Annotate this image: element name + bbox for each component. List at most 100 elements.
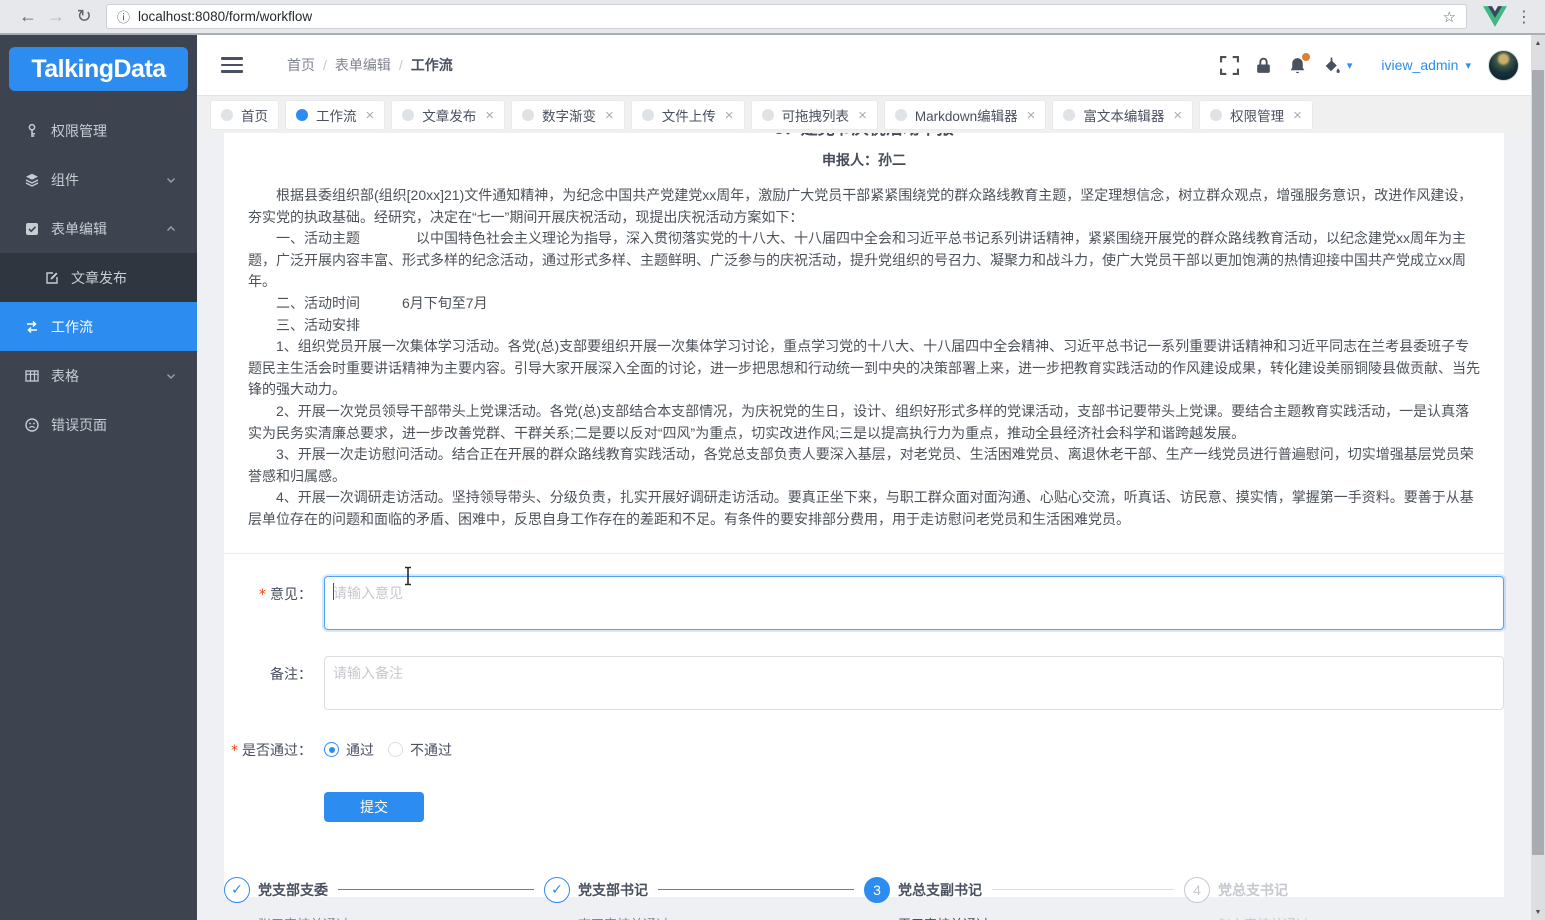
tab-dot xyxy=(522,109,535,121)
avatar[interactable] xyxy=(1488,49,1519,81)
scrollbar-up-icon[interactable]: ▲ xyxy=(1531,35,1545,51)
workflow-card: 8：建党节庆祝活动申报 申报人：孙二 根据县委组织部(组织[20xx]21)文件… xyxy=(224,133,1504,920)
user-caret-icon[interactable]: ▾ xyxy=(1465,59,1471,72)
tab-richtext-editor[interactable]: 富文本编辑器 × xyxy=(1052,100,1194,130)
step-connector xyxy=(338,889,534,890)
step-title: 党支部书记 xyxy=(578,881,648,898)
pass-label: 是否通过： xyxy=(224,736,324,760)
tab-label: 文件上传 xyxy=(661,109,716,124)
submit-button[interactable]: 提交 xyxy=(324,791,424,822)
key-icon xyxy=(28,123,36,137)
sidebar-item-components[interactable]: 组件 xyxy=(0,155,197,204)
username[interactable]: iview_admin xyxy=(1381,57,1458,73)
breadcrumb: 首页 / 表单编辑 / 工作流 xyxy=(287,55,453,75)
close-icon[interactable]: × xyxy=(1027,108,1036,123)
opinion-textarea[interactable] xyxy=(324,575,1504,630)
step-desc: 赵六审核并通过 xyxy=(1218,914,1504,920)
close-icon[interactable]: × xyxy=(858,108,867,123)
vue-devtools-icon[interactable] xyxy=(1483,6,1507,27)
notification-bell-icon[interactable] xyxy=(1288,52,1310,75)
table-icon xyxy=(25,369,39,382)
step-check-icon: ✓ xyxy=(224,876,250,903)
browser-forward-icon[interactable]: → xyxy=(42,6,70,27)
doc-paragraph: 4、开展一次调研走访活动。坚持领导带头、分级负责，扎实开展好调研走访活动。要真正… xyxy=(248,489,1474,527)
hamburger-menu-icon[interactable] xyxy=(221,53,243,77)
page-content: 8：建党节庆祝活动申报 申报人：孙二 根据县委组织部(组织[20xx]21)文件… xyxy=(197,133,1545,920)
radio-dot xyxy=(388,742,403,757)
tab-file-upload[interactable]: 文件上传 × xyxy=(630,100,745,130)
lock-icon[interactable] xyxy=(1254,56,1273,75)
close-icon[interactable]: × xyxy=(1173,108,1182,123)
browser-menu-icon[interactable]: ⋮ xyxy=(1513,7,1535,27)
doc-paragraph: 1、组织党员开展一次集体学习活动。各党(总)支部要组织开展一次集体学习讨论，重点… xyxy=(248,338,1480,398)
address-bar[interactable]: ⓘ localhost:8080/form/workflow ☆ xyxy=(106,4,1467,29)
step-connector xyxy=(992,889,1174,890)
open-tabs-bar: 首页 工作流 × 文章发布 × 数字渐变 × 文件上传 × 可拖拽列表 × Markdow… xyxy=(197,95,1545,133)
approval-form: 意见： 备注： 是否通过： xyxy=(224,575,1504,822)
layers-icon xyxy=(25,173,39,187)
breadcrumb-form-edit[interactable]: 表单编辑 xyxy=(335,55,391,75)
step-desc: 李四审核并通过 xyxy=(578,914,864,920)
pass-radio-group: 通过 不通过 xyxy=(324,736,452,760)
doc-paragraph: 二、活动时间 6月下旬至7月 xyxy=(276,294,488,311)
remark-textarea[interactable] xyxy=(324,655,1504,710)
tab-label: 可拖拽列表 xyxy=(781,109,850,124)
close-icon[interactable]: × xyxy=(366,108,375,123)
close-icon[interactable]: × xyxy=(485,108,494,123)
theme-paint-icon[interactable] xyxy=(1322,56,1341,75)
sidebar-item-error-page[interactable]: 错误页面 xyxy=(0,400,197,449)
close-icon[interactable]: × xyxy=(1293,108,1302,123)
tab-drag-list[interactable]: 可拖拽列表 × xyxy=(750,100,878,130)
scrollbar-down-icon[interactable]: ▼ xyxy=(1531,904,1545,920)
tab-permission[interactable]: 权限管理 × xyxy=(1199,100,1313,130)
fullscreen-icon[interactable] xyxy=(1219,55,1239,75)
tab-dot xyxy=(296,109,308,121)
top-header: 首页 / 表单编辑 / 工作流 ▾ iview_admin ▾ xyxy=(197,35,1545,95)
theme-caret-icon[interactable]: ▾ xyxy=(1347,59,1353,72)
sidebar-menu: 权限管理 组件 表单编辑 文章发布 工作流 表格 错误页面 xyxy=(0,106,197,449)
sidebar-item-table[interactable]: 表格 xyxy=(0,351,197,400)
tab-dot xyxy=(402,109,415,121)
tab-markdown-editor[interactable]: Markdown编辑器 × xyxy=(883,100,1047,130)
scrollbar-thumb[interactable] xyxy=(1532,70,1544,855)
step-title: 党总支副书记 xyxy=(898,881,982,898)
sidebar-item-permission[interactable]: 权限管理 xyxy=(0,106,197,155)
page-info-icon[interactable]: ⓘ xyxy=(117,7,130,26)
step-1: ✓ 党支部支委 张三审核并通过 xyxy=(224,876,544,920)
doc-paragraph: 三、活动安排 xyxy=(276,316,360,333)
close-icon[interactable]: × xyxy=(725,108,734,123)
radio-reject[interactable]: 不通过 xyxy=(388,740,452,760)
tab-article-publish[interactable]: 文章发布 × xyxy=(391,100,506,130)
bookmark-star-icon[interactable]: ☆ xyxy=(1443,8,1456,26)
app-logo[interactable]: TalkingData xyxy=(9,47,188,91)
tab-label: 权限管理 xyxy=(1230,109,1285,124)
url-text[interactable]: localhost:8080/form/workflow xyxy=(138,9,1443,24)
tab-workflow[interactable]: 工作流 × xyxy=(285,100,386,130)
tab-label: 数字渐变 xyxy=(542,109,597,124)
tab-number-gradient[interactable]: 数字渐变 × xyxy=(511,100,625,130)
opinion-label: 意见： xyxy=(224,576,324,630)
sidebar-item-form-edit[interactable]: 表单编辑 xyxy=(0,204,197,253)
notification-badge xyxy=(1301,52,1310,61)
page-scrollbar[interactable]: ▲ ▼ xyxy=(1531,35,1545,920)
document-applicant: 申报人：孙二 xyxy=(822,152,906,168)
sidebar-item-workflow[interactable]: 工作流 xyxy=(0,302,197,351)
tab-dot xyxy=(221,109,233,121)
sidebar-item-article-publish[interactable]: 文章发布 xyxy=(0,253,197,302)
breadcrumb-current: 工作流 xyxy=(410,57,453,73)
compose-icon xyxy=(46,271,58,284)
sidebar-item-label: 表单编辑 xyxy=(51,220,107,237)
tab-dot xyxy=(641,109,654,121)
document-body: 根据县委组织部(组织[20xx]21)文件通知精神，为纪念中国共产党建党xx周年… xyxy=(248,185,1480,531)
radio-dot xyxy=(324,742,339,757)
sidebar-item-label: 文章发布 xyxy=(71,269,127,286)
radio-pass[interactable]: 通过 xyxy=(324,740,374,760)
doc-paragraph: 根据县委组织部(组织[20xx]21)文件通知精神，为纪念中国共产党建党xx周年… xyxy=(248,187,1473,225)
close-icon[interactable]: × xyxy=(605,108,614,123)
browser-back-icon[interactable]: ← xyxy=(14,6,42,27)
breadcrumb-home[interactable]: 首页 xyxy=(287,55,315,75)
browser-reload-icon[interactable]: ↻ xyxy=(70,6,98,27)
sidebar-item-label: 错误页面 xyxy=(51,416,107,433)
tab-home[interactable]: 首页 xyxy=(210,100,279,130)
chevron-up-icon xyxy=(167,225,175,231)
